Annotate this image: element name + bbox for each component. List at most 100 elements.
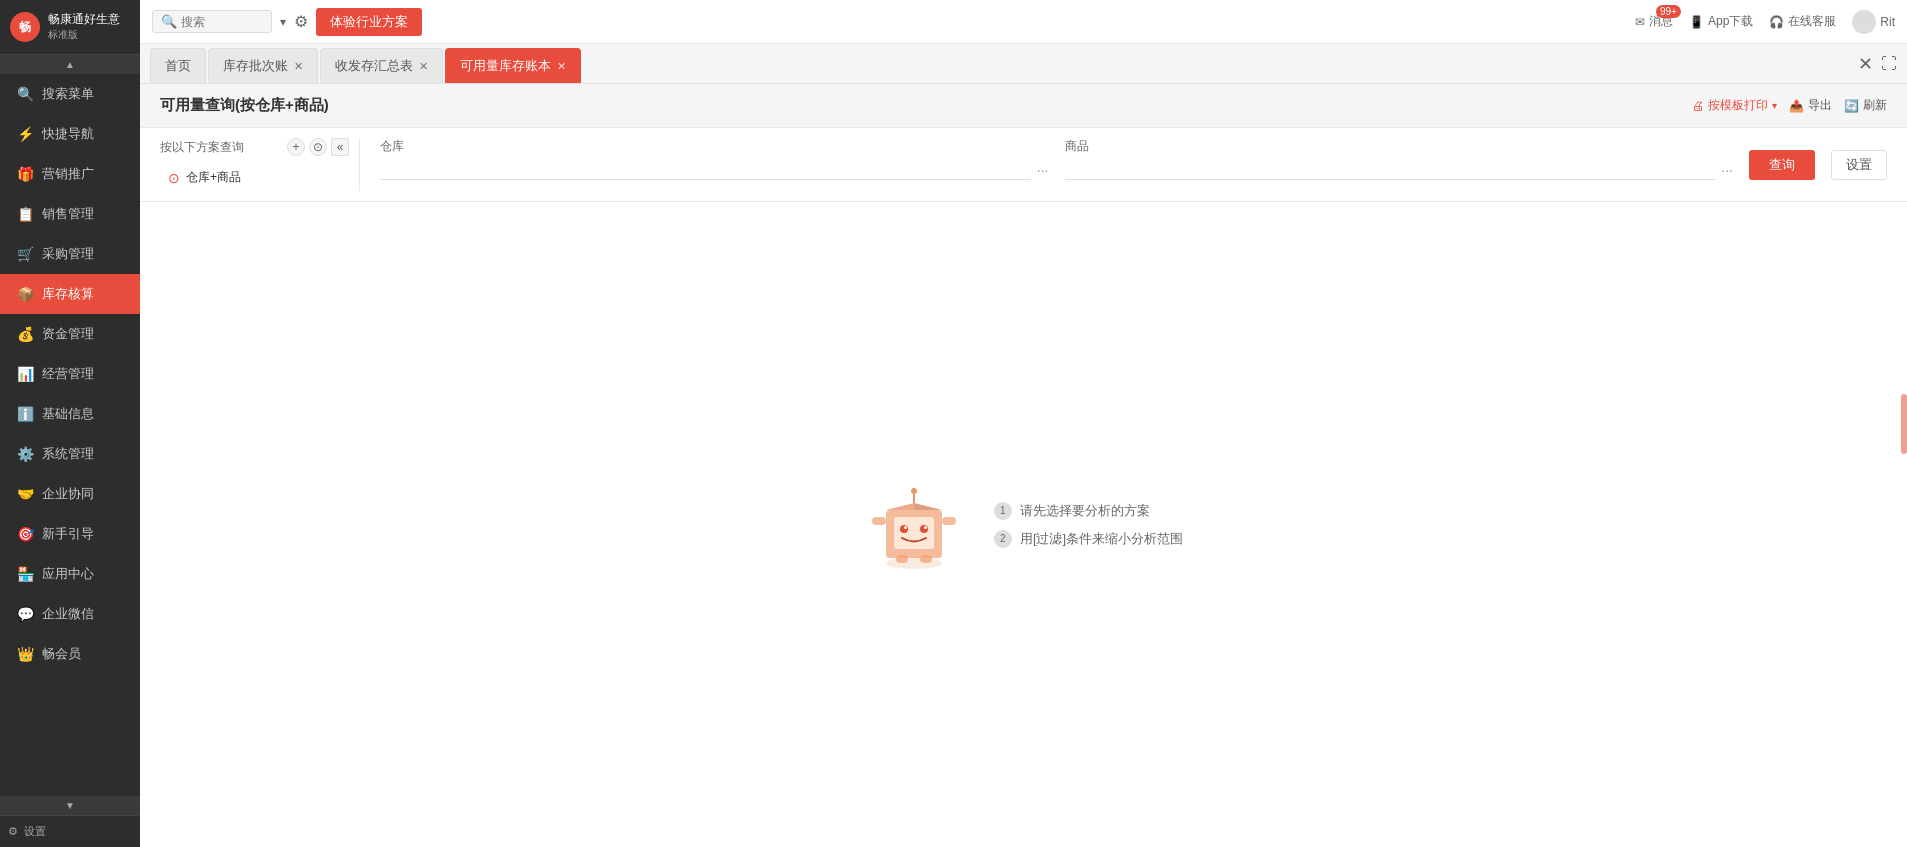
warehouse-more-btn[interactable]: ···: [1037, 162, 1049, 178]
service-btn[interactable]: 🎧 在线客服: [1769, 13, 1836, 30]
sidebar-item-search[interactable]: 🔍 搜索菜单: [0, 74, 140, 114]
right-scrollbar[interactable]: [1901, 394, 1907, 454]
handshake-icon: 🤝: [16, 485, 34, 503]
app-subtitle: 标准版: [48, 28, 120, 42]
topbar-dropdown-btn[interactable]: ▾: [280, 15, 286, 29]
wechat-icon: 💬: [16, 605, 34, 623]
page-actions: 🖨 按模板打印 ▾ 📤 导出 🔄 刷新: [1692, 97, 1887, 114]
gift-icon: 🎁: [16, 165, 34, 183]
sidebar-scroll-up[interactable]: ▲: [0, 55, 140, 74]
money-icon: 💰: [16, 325, 34, 343]
print-btn[interactable]: 🖨 按模板打印 ▾: [1692, 97, 1777, 114]
sidebar-nav: 🔍 搜索菜单 ⚡ 快捷导航 🎁 营销推广 📋 销售管理 🛒 采购管理 📦 库存核…: [0, 74, 140, 796]
app-download-btn[interactable]: 📱 App下载: [1689, 13, 1753, 30]
tab-receive-summary[interactable]: 收发存汇总表 ✕: [320, 48, 443, 83]
svg-point-0: [886, 557, 942, 569]
page-title: 可用量查询(按仓库+商品): [160, 96, 329, 115]
filter-goods-field: 商品 ···: [1065, 138, 1734, 180]
store-icon: 🏪: [16, 565, 34, 583]
refresh-icon: 🔄: [1844, 99, 1859, 113]
sidebar-item-inventory[interactable]: 📦 库存核算: [0, 274, 140, 314]
page-header: 可用量查询(按仓库+商品) 🖨 按模板打印 ▾ 📤 导出 🔄 刷新: [140, 84, 1907, 128]
warehouse-input[interactable]: [380, 159, 1031, 180]
scheme-icon: ⊙: [168, 170, 180, 186]
message-btn[interactable]: ✉ 消息 99+: [1635, 13, 1673, 30]
tab-available-stock[interactable]: 可用量库存账本 ✕: [445, 48, 581, 83]
flash-icon: ⚡: [16, 125, 34, 143]
tabbar-close-btn[interactable]: ✕: [1858, 53, 1873, 75]
trial-btn[interactable]: 体验行业方案: [316, 8, 422, 36]
clipboard-icon: 📋: [16, 205, 34, 223]
filter-collapse-btn[interactable]: «: [331, 138, 349, 156]
headset-icon: 🎧: [1769, 15, 1784, 29]
topbar-search-box[interactable]: 🔍: [152, 10, 272, 33]
sidebar-footer[interactable]: ⚙ 设置: [0, 815, 140, 847]
avatar: [1852, 10, 1876, 34]
tab-home[interactable]: 首页: [150, 48, 206, 83]
app-title: 畅康通好生意: [48, 12, 120, 28]
box-icon: 📦: [16, 285, 34, 303]
empty-step-1: 1 请先选择要分析的方案: [994, 502, 1183, 520]
sidebar-scroll-down[interactable]: ▼: [0, 796, 140, 815]
phone-icon: 📱: [1689, 15, 1704, 29]
sidebar-item-finance[interactable]: 💰 资金管理: [0, 314, 140, 354]
tabbar-expand-btn[interactable]: ⛶: [1881, 55, 1897, 73]
tab-close-batch[interactable]: ✕: [294, 60, 303, 73]
svg-point-5: [904, 526, 907, 529]
sidebar-item-corp-collab[interactable]: 🤝 企业协同: [0, 474, 140, 514]
sidebar-item-basic-info[interactable]: ℹ️ 基础信息: [0, 394, 140, 434]
guide-icon: 🎯: [16, 525, 34, 543]
empty-inner: 1 请先选择要分析的方案 2 用[过滤]条件来缩小分析范围: [864, 475, 1183, 575]
sidebar-item-purchase[interactable]: 🛒 采购管理: [0, 234, 140, 274]
filter-add-scheme-btn[interactable]: +: [287, 138, 305, 156]
chevron-down-icon[interactable]: ▾: [1772, 100, 1777, 111]
topbar-search-icon: 🔍: [161, 14, 177, 29]
tab-close-available[interactable]: ✕: [557, 60, 566, 73]
sidebar-header: 畅 畅康通好生意 标准版: [0, 0, 140, 55]
topbar-gear-icon[interactable]: ⚙: [294, 12, 308, 31]
filter-panel: 按以下方案查询 + ⊙ « ⊙ 仓库+商品 仓库: [140, 128, 1907, 202]
topbar-search-input[interactable]: [181, 15, 261, 29]
sidebar-item-operation[interactable]: 📊 经营管理: [0, 354, 140, 394]
main-area: 🔍 ▾ ⚙ 体验行业方案 ✉ 消息 99+ 📱 App下载 🎧 在线客服 Rit: [140, 0, 1907, 847]
message-badge: 99+: [1656, 5, 1681, 18]
empty-state: 1 请先选择要分析的方案 2 用[过滤]条件来缩小分析范围: [140, 202, 1907, 847]
step-1-badge: 1: [994, 502, 1012, 520]
sidebar-item-vip[interactable]: 👑 畅会员: [0, 634, 140, 674]
empty-step-2: 2 用[过滤]条件来缩小分析范围: [994, 530, 1183, 548]
sidebar-item-newguide[interactable]: 🎯 新手引导: [0, 514, 140, 554]
svg-rect-11: [896, 555, 908, 563]
svg-rect-9: [872, 517, 886, 525]
svg-point-8: [911, 488, 917, 494]
user-menu[interactable]: Rit: [1852, 10, 1895, 34]
filter-scheme-label: 按以下方案查询 + ⊙ «: [160, 138, 349, 156]
sidebar-item-sales[interactable]: 📋 销售管理: [0, 194, 140, 234]
tabbar: 首页 库存批次账 ✕ 收发存汇总表 ✕ 可用量库存账本 ✕ ✕ ⛶: [140, 44, 1907, 84]
crown-icon: 👑: [16, 645, 34, 663]
sidebar-item-shortcut[interactable]: ⚡ 快捷导航: [0, 114, 140, 154]
chart-icon: 📊: [16, 365, 34, 383]
filter-settings-btn[interactable]: 设置: [1831, 150, 1887, 180]
sidebar-item-corpwechat[interactable]: 💬 企业微信: [0, 594, 140, 634]
sidebar-item-marketing[interactable]: 🎁 营销推广: [0, 154, 140, 194]
scheme-item-warehouse-goods[interactable]: ⊙ 仓库+商品: [160, 164, 349, 191]
refresh-btn[interactable]: 🔄 刷新: [1844, 97, 1887, 114]
export-btn[interactable]: 📤 导出: [1789, 97, 1832, 114]
query-btn[interactable]: 查询: [1749, 150, 1815, 180]
search-icon: 🔍: [16, 85, 34, 103]
sidebar: 畅 畅康通好生意 标准版 ▲ 🔍 搜索菜单 ⚡ 快捷导航 🎁 营销推广 📋 销售…: [0, 0, 140, 847]
step-2-badge: 2: [994, 530, 1012, 548]
svg-rect-10: [942, 517, 956, 525]
info-icon: ℹ️: [16, 405, 34, 423]
goods-input[interactable]: [1065, 159, 1716, 180]
tab-batch-account[interactable]: 库存批次账 ✕: [208, 48, 318, 83]
sidebar-item-appcenter[interactable]: 🏪 应用中心: [0, 554, 140, 594]
svg-point-6: [924, 526, 927, 529]
sidebar-item-system[interactable]: ⚙️ 系统管理: [0, 434, 140, 474]
tab-close-receive[interactable]: ✕: [419, 60, 428, 73]
filter-scheme-panel: 按以下方案查询 + ⊙ « ⊙ 仓库+商品: [160, 138, 360, 191]
filter-scheme-actions: + ⊙ «: [287, 138, 349, 156]
goods-more-btn[interactable]: ···: [1721, 162, 1733, 178]
filter-manage-scheme-btn[interactable]: ⊙: [309, 138, 327, 156]
svg-point-4: [920, 525, 928, 533]
